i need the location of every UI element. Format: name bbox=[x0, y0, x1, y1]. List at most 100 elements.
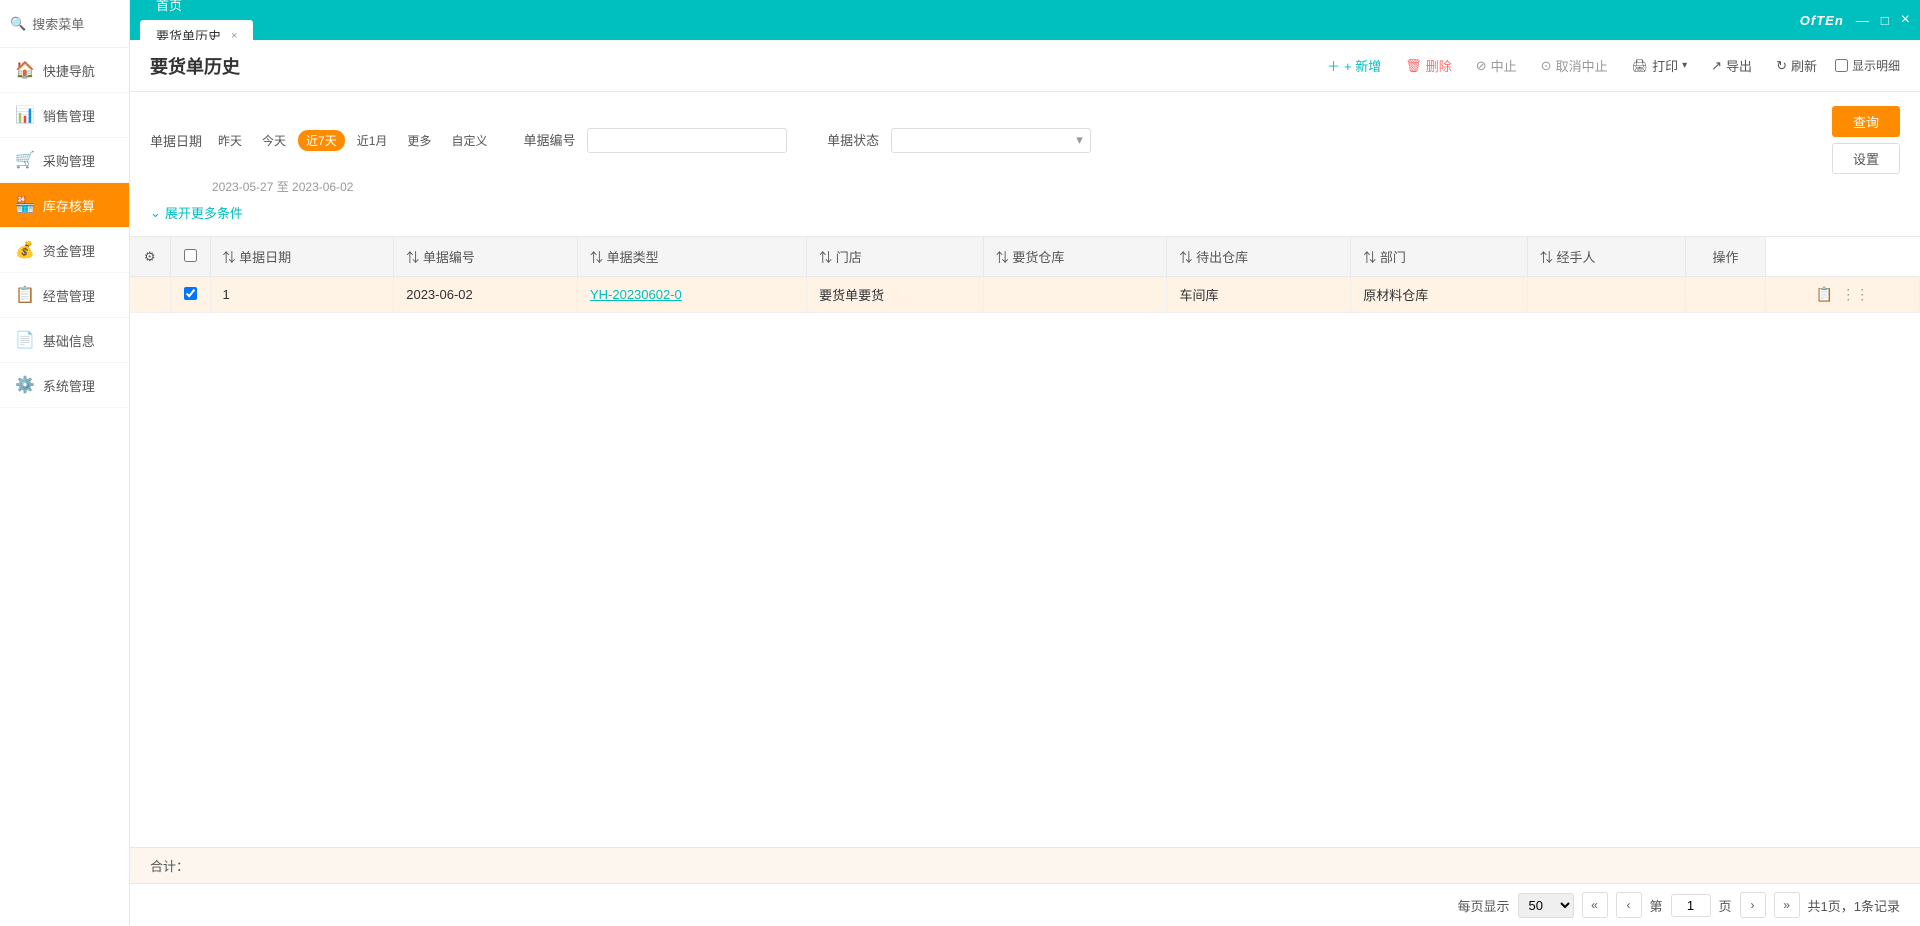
date-option-自定义[interactable]: 自定义 bbox=[443, 130, 495, 151]
col-req-warehouse[interactable]: ⇅ 要货仓库 bbox=[983, 237, 1167, 277]
page-number-input[interactable] bbox=[1671, 894, 1711, 917]
doc-number-link-0[interactable]: YH-20230602-0 bbox=[590, 287, 682, 302]
refresh-icon: ↻ bbox=[1776, 58, 1787, 74]
pagination: 每页显示 2050100 « ‹ 第 页 › » 共1页，1条记录 bbox=[130, 883, 1920, 926]
basic-info-icon: 📄 bbox=[15, 330, 35, 350]
main-content: 首页要货单历史× OfTEn — □ × 要货单历史 ＋ + 新增 🗑 删除 ⊘… bbox=[130, 0, 1920, 926]
filter-doc-number-group: 单据编号 bbox=[523, 128, 787, 153]
page-header: 要货单历史 ＋ + 新增 🗑 删除 ⊘ 中止 ⊙ 取消中止 🖨 打印 ▾ bbox=[130, 40, 1920, 92]
operations-icon: 📋 bbox=[15, 285, 35, 305]
sort-icon: ⇅ bbox=[996, 250, 1009, 265]
row-check-0[interactable] bbox=[184, 287, 197, 300]
op-view-0[interactable]: 📋 bbox=[1816, 286, 1833, 303]
first-page-btn[interactable]: « bbox=[1582, 892, 1608, 918]
system-icon: ⚙️ bbox=[15, 375, 35, 395]
delete-button[interactable]: 🗑 删除 bbox=[1399, 52, 1458, 79]
select-all-checkbox[interactable] bbox=[184, 249, 197, 262]
cell-req-warehouse-0: 车间库 bbox=[1167, 277, 1351, 313]
col-doc-type[interactable]: ⇅ 单据类型 bbox=[577, 237, 806, 277]
show-detail-check[interactable] bbox=[1835, 59, 1848, 72]
date-option-近1月[interactable]: 近1月 bbox=[349, 130, 396, 151]
row-checkbox-0 bbox=[170, 277, 210, 313]
table-summary: 合计： bbox=[130, 847, 1920, 883]
cancel-stop-icon: ⊙ bbox=[1541, 58, 1552, 74]
sidebar-item-basic-info[interactable]: 📄 基础信息 bbox=[0, 318, 129, 363]
table-header-row: ⚙ ⇅ 单据日期 ⇅ 单据编号 ⇅ 单据类型 ⇅ 门店 ⇅ 要货仓库 ⇅ 待出仓… bbox=[130, 237, 1920, 277]
date-option-昨天[interactable]: 昨天 bbox=[210, 130, 250, 151]
table-container: ⚙ ⇅ 单据日期 ⇅ 单据编号 ⇅ 单据类型 ⇅ 门店 ⇅ 要货仓库 ⇅ 待出仓… bbox=[130, 237, 1920, 847]
col-pending-warehouse[interactable]: ⇅ 待出仓库 bbox=[1167, 237, 1351, 277]
date-option-更多[interactable]: 更多 bbox=[399, 130, 439, 151]
print-button[interactable]: 🖨 打印 ▾ bbox=[1626, 52, 1694, 79]
col-store[interactable]: ⇅ 门店 bbox=[807, 237, 984, 277]
last-page-btn[interactable]: » bbox=[1774, 892, 1800, 918]
new-button[interactable]: ＋ + 新增 bbox=[1321, 52, 1387, 79]
search-icon: 🔍 bbox=[10, 16, 26, 32]
topbar: 首页要货单历史× OfTEn — □ × bbox=[130, 0, 1920, 40]
col-handler[interactable]: ⇅ 经手人 bbox=[1527, 237, 1685, 277]
next-page-btn[interactable]: › bbox=[1740, 892, 1766, 918]
sidebar: 🔍 搜索菜单 🏠 快捷导航 📊销售管理 🛒 采购管理 🏪库存核算💰资金管理📋经营管理 📄 基础… bbox=[0, 0, 130, 926]
quick-nav-icon: 🏠 bbox=[15, 60, 35, 80]
ops-icons-0: 📋 ⋮⋮ bbox=[1778, 286, 1907, 303]
per-page-label: 每页显示 bbox=[1457, 896, 1509, 915]
sidebar-label-basic-info: 基础信息 bbox=[43, 331, 95, 350]
cell-doc-number-0[interactable]: YH-20230602-0 bbox=[577, 277, 806, 313]
expand-chevron-icon: ⌄ bbox=[150, 205, 161, 221]
per-page-select[interactable]: 2050100 bbox=[1518, 893, 1574, 918]
doc-status-label: 单据状态 bbox=[827, 133, 879, 148]
cell-doc-date-0: 2023-06-02 bbox=[394, 277, 578, 313]
settings-button[interactable]: 设置 bbox=[1832, 143, 1900, 174]
prev-page-btn[interactable]: ‹ bbox=[1616, 892, 1642, 918]
tab-home[interactable]: 首页 bbox=[140, 0, 253, 20]
sort-icon: ⇅ bbox=[590, 250, 603, 265]
date-option-近7天[interactable]: 近7天 bbox=[298, 130, 345, 151]
query-button[interactable]: 查询 bbox=[1832, 106, 1900, 137]
export-button[interactable]: ↗ 导出 bbox=[1705, 52, 1758, 79]
sidebar-item-purchase[interactable]: 🛒 采购管理 bbox=[0, 138, 129, 183]
filter-date-group: 单据日期 昨天今天近7天近1月更多自定义 bbox=[150, 130, 495, 151]
sidebar-label-quick-nav: 快捷导航 bbox=[43, 61, 95, 80]
close-btn[interactable]: × bbox=[1901, 11, 1910, 29]
sidebar-item-operations[interactable]: 📋经营管理 bbox=[0, 273, 129, 318]
sort-icon: ⇅ bbox=[1179, 250, 1192, 265]
col-settings[interactable]: ⚙ bbox=[130, 237, 170, 277]
doc-status-select[interactable] bbox=[891, 128, 1091, 153]
sidebar-item-finance[interactable]: 💰资金管理 bbox=[0, 228, 129, 273]
refresh-button[interactable]: ↻ 刷新 bbox=[1770, 52, 1823, 79]
date-option-今天[interactable]: 今天 bbox=[254, 130, 294, 151]
brand-label: OfTEn bbox=[1800, 13, 1844, 28]
print-dropdown-icon: ▾ bbox=[1682, 60, 1687, 71]
expand-more-btn[interactable]: ⌄ 展开更多条件 bbox=[150, 203, 1900, 222]
show-detail-checkbox[interactable]: 显示明细 bbox=[1835, 57, 1900, 74]
col-checkbox bbox=[170, 237, 210, 277]
page-suffix: 页 bbox=[1719, 896, 1732, 915]
sort-icon: ⇅ bbox=[223, 250, 236, 265]
sidebar-search[interactable]: 🔍 搜索菜单 bbox=[0, 0, 129, 48]
purchase-icon: 🛒 bbox=[15, 150, 35, 170]
col-operations: 操作 bbox=[1686, 237, 1766, 277]
sidebar-item-sales[interactable]: 📊销售管理 bbox=[0, 93, 129, 138]
stop-button[interactable]: ⊘ 中止 bbox=[1470, 52, 1523, 79]
sort-icon: ⇅ bbox=[1540, 250, 1553, 265]
cancel-stop-button[interactable]: ⊙ 取消中止 bbox=[1535, 52, 1614, 79]
sidebar-item-system[interactable]: ⚙️系统管理 bbox=[0, 363, 129, 408]
doc-status-select-wrapper bbox=[891, 128, 1091, 153]
sidebar-label-sales: 销售管理 bbox=[43, 106, 95, 125]
sidebar-label-purchase: 采购管理 bbox=[43, 151, 95, 170]
finance-icon: 💰 bbox=[15, 240, 35, 260]
col-department[interactable]: ⇅ 部门 bbox=[1351, 237, 1528, 277]
export-icon: ↗ bbox=[1711, 58, 1722, 74]
op-more-0[interactable]: ⋮⋮ bbox=[1841, 286, 1869, 303]
expand-more-label: 展开更多条件 bbox=[165, 203, 243, 222]
date-range-display: 2023-05-27 至 2023-06-02 bbox=[150, 178, 1900, 195]
sort-icon: ⇅ bbox=[406, 250, 419, 265]
maximize-btn[interactable]: □ bbox=[1881, 13, 1889, 28]
minimize-btn[interactable]: — bbox=[1856, 13, 1869, 28]
col-doc-number[interactable]: ⇅ 单据编号 bbox=[394, 237, 578, 277]
doc-number-input[interactable] bbox=[587, 128, 787, 153]
sidebar-item-quick-nav[interactable]: 🏠 快捷导航 bbox=[0, 48, 129, 93]
sidebar-item-inventory[interactable]: 🏪库存核算 bbox=[0, 183, 129, 228]
col-doc-date[interactable]: ⇅ 单据日期 bbox=[210, 237, 394, 277]
cell-doc-type-0: 要货单要货 bbox=[807, 277, 984, 313]
